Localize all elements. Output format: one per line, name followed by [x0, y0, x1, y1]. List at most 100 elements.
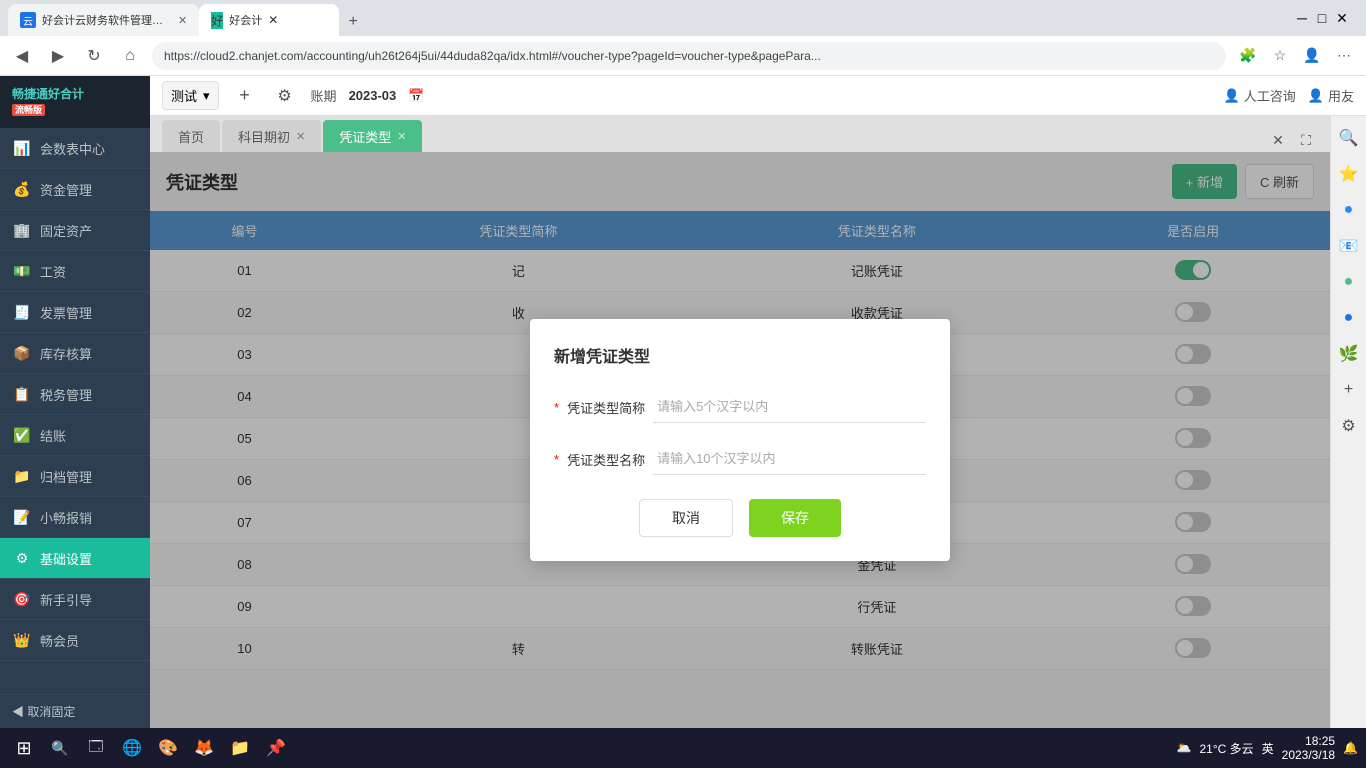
close-button[interactable]: ✕	[1334, 10, 1350, 26]
form-input-name[interactable]	[653, 443, 926, 475]
right-circle-button[interactable]: ●	[1335, 196, 1363, 224]
taskbar-firefox[interactable]: 🦊	[188, 732, 220, 764]
consultant-button[interactable]: 👤 人工咨询	[1224, 86, 1296, 105]
right-star-button[interactable]: ⭐	[1335, 160, 1363, 188]
tab-home[interactable]: 首页	[162, 120, 220, 152]
system-lang: 英	[1262, 740, 1274, 757]
header-actions: 👤 人工咨询 👤 用友	[1224, 86, 1354, 105]
sidebar-item-capital[interactable]: 💰 资金管理	[0, 169, 150, 210]
maximize-button[interactable]: □	[1314, 10, 1330, 26]
capital-icon: 💰	[12, 179, 32, 199]
taskbar-search[interactable]: 🔍	[44, 732, 76, 764]
modal-overlay: 新增凭证类型 * 凭证类型简称 * 凭证类型名称	[150, 152, 1330, 728]
sidebar-item-guide[interactable]: 🎯 新手引导	[0, 579, 150, 620]
address-input[interactable]	[152, 42, 1226, 70]
right-gear-button[interactable]: ⚙	[1335, 412, 1363, 440]
start-button[interactable]: ⊞	[8, 732, 40, 764]
home-button[interactable]: ⌂	[116, 42, 144, 70]
guide-icon: 🎯	[12, 589, 32, 609]
taskbar: ⊞ 🔍 🗔 🌐 🎨 🦊 📁 📌 🌥️ 21°C 多云 英 18:25 2023/…	[0, 728, 1366, 768]
right-blue-button[interactable]: ●	[1335, 304, 1363, 332]
tab-close-2[interactable]: ✕	[268, 13, 278, 27]
right-add-button[interactable]: +	[1335, 376, 1363, 404]
right-mail-button[interactable]: 📧	[1335, 232, 1363, 260]
sidebar-item-report[interactable]: 📝 小畅报销	[0, 497, 150, 538]
checkout-icon: ✅	[12, 425, 32, 445]
sidebar-item-assets[interactable]: 🏢 固定资产	[0, 210, 150, 251]
browser-tab-1[interactable]: 云 好会计云财务软件管理系统_会计 ✕	[8, 4, 199, 36]
sidebar-footer[interactable]: ◀ 取消固定	[0, 694, 150, 728]
taskbar-taskview[interactable]: 🗔	[80, 732, 112, 764]
sidebar-item-checkout[interactable]: ✅ 结账	[0, 415, 150, 456]
tab-voucher-type-close[interactable]: ✕	[397, 130, 406, 143]
tab-account-period-close[interactable]: ✕	[296, 130, 305, 143]
notification-icon: 🔔	[1343, 741, 1358, 755]
sidebar-item-settings[interactable]: ⚙ 基础设置	[0, 538, 150, 579]
sidebar-label-assets: 固定资产	[40, 221, 92, 240]
taskbar-pin[interactable]: 📌	[260, 732, 292, 764]
new-tab-button[interactable]: +	[339, 8, 367, 36]
user-button[interactable]: 👤 用友	[1308, 86, 1354, 105]
sidebar-item-tax[interactable]: 📋 税务管理	[0, 374, 150, 415]
taskbar-files[interactable]: 📁	[224, 732, 256, 764]
save-button[interactable]: 保存	[749, 499, 841, 537]
tab-voucher-type-label: 凭证类型	[339, 127, 391, 146]
sidebar-label-inventory: 库存核算	[40, 344, 92, 363]
profile-button[interactable]: 👤	[1298, 42, 1326, 70]
sidebar-label-invoice: 发票管理	[40, 303, 92, 322]
form-group-abbr: * 凭证类型简称	[554, 391, 926, 423]
minimize-button[interactable]: ─	[1294, 10, 1310, 26]
cancel-button[interactable]: 取消	[639, 499, 733, 537]
settings-button[interactable]: ⚙	[271, 82, 299, 110]
refresh-button[interactable]: ↻	[80, 42, 108, 70]
sidebar-item-inventory[interactable]: 📦 库存核算	[0, 333, 150, 374]
taskbar-browser[interactable]: 🌐	[116, 732, 148, 764]
tabs-bar: 云 好会计云财务软件管理系统_会计 ✕ 好 好会计 ✕ +	[8, 0, 1294, 36]
required-star-abbr: *	[554, 400, 559, 415]
sidebar-item-archive[interactable]: 📁 归档管理	[0, 456, 150, 497]
right-green-button[interactable]: ●	[1335, 268, 1363, 296]
inventory-icon: 📦	[12, 343, 32, 363]
back-button[interactable]: ◀	[8, 42, 36, 70]
sidebar-scroll: 📊 会数表中心 💰 资金管理 🏢 固定资产 💵 工资 🧾 发票管理 📦	[0, 128, 150, 694]
archive-icon: 📁	[12, 466, 32, 486]
forward-button[interactable]: ▶	[44, 42, 72, 70]
expand-panel-button[interactable]: ⛶	[1294, 128, 1318, 152]
weather-text: 21°C 多云	[1199, 740, 1253, 757]
extensions-button[interactable]: 🧩	[1234, 42, 1262, 70]
sidebar-item-dashboard[interactable]: 📊 会数表中心	[0, 128, 150, 169]
modal-footer: 取消 保存	[554, 499, 926, 537]
form-input-abbr[interactable]	[653, 391, 926, 423]
company-selector[interactable]: 测试 ▾	[162, 81, 219, 110]
sidebar-item-invoice[interactable]: 🧾 发票管理	[0, 292, 150, 333]
tab-voucher-type[interactable]: 凭证类型 ✕	[323, 120, 422, 152]
taskbar-chrome[interactable]: 🎨	[152, 732, 184, 764]
form-label-abbr: 凭证类型简称	[567, 398, 645, 417]
right-search-button[interactable]: 🔍	[1335, 124, 1363, 152]
tab-account-period[interactable]: 科目期初 ✕	[222, 120, 321, 152]
sidebar-item-salary[interactable]: 💵 工资	[0, 251, 150, 292]
right-panel: 🔍 ⭐ ● 📧 ● ● 🌿 + ⚙	[1330, 116, 1366, 728]
menu-button[interactable]: ⋯	[1330, 42, 1358, 70]
content-area: 首页 科目期初 ✕ 凭证类型 ✕ ✕ ⛶	[150, 116, 1366, 728]
app-header: 测试 ▾ + ⚙ 账期 2023-03 📅 👤 人工咨询 👤 用友	[150, 76, 1366, 116]
tab-favicon-1: 云	[20, 12, 36, 28]
minimize-panel-button[interactable]: ✕	[1266, 128, 1290, 152]
address-bar: ◀ ▶ ↻ ⌂ 🧩 ☆ 👤 ⋯	[0, 36, 1366, 76]
add-company-button[interactable]: +	[231, 82, 259, 110]
form-label-name: 凭证类型名称	[567, 450, 645, 469]
sidebar-label-salary: 工资	[40, 262, 66, 281]
tab-close-1[interactable]: ✕	[178, 14, 187, 27]
tab-title-2: 好会计	[229, 12, 262, 28]
period-label: 账期	[311, 86, 337, 105]
tab-title-1: 好会计云财务软件管理系统_会计	[42, 12, 172, 28]
tab-favicon-2: 好	[211, 12, 223, 29]
sidebar-label-report: 小畅报销	[40, 508, 92, 527]
sidebar-item-member[interactable]: 👑 畅会员	[0, 620, 150, 661]
salary-icon: 💵	[12, 261, 32, 281]
sidebar-label-member: 畅会员	[40, 631, 79, 650]
favorites-button[interactable]: ☆	[1266, 42, 1294, 70]
report-icon: 📝	[12, 507, 32, 527]
browser-tab-2[interactable]: 好 好会计 ✕	[199, 4, 339, 36]
right-leaf-button[interactable]: 🌿	[1335, 340, 1363, 368]
